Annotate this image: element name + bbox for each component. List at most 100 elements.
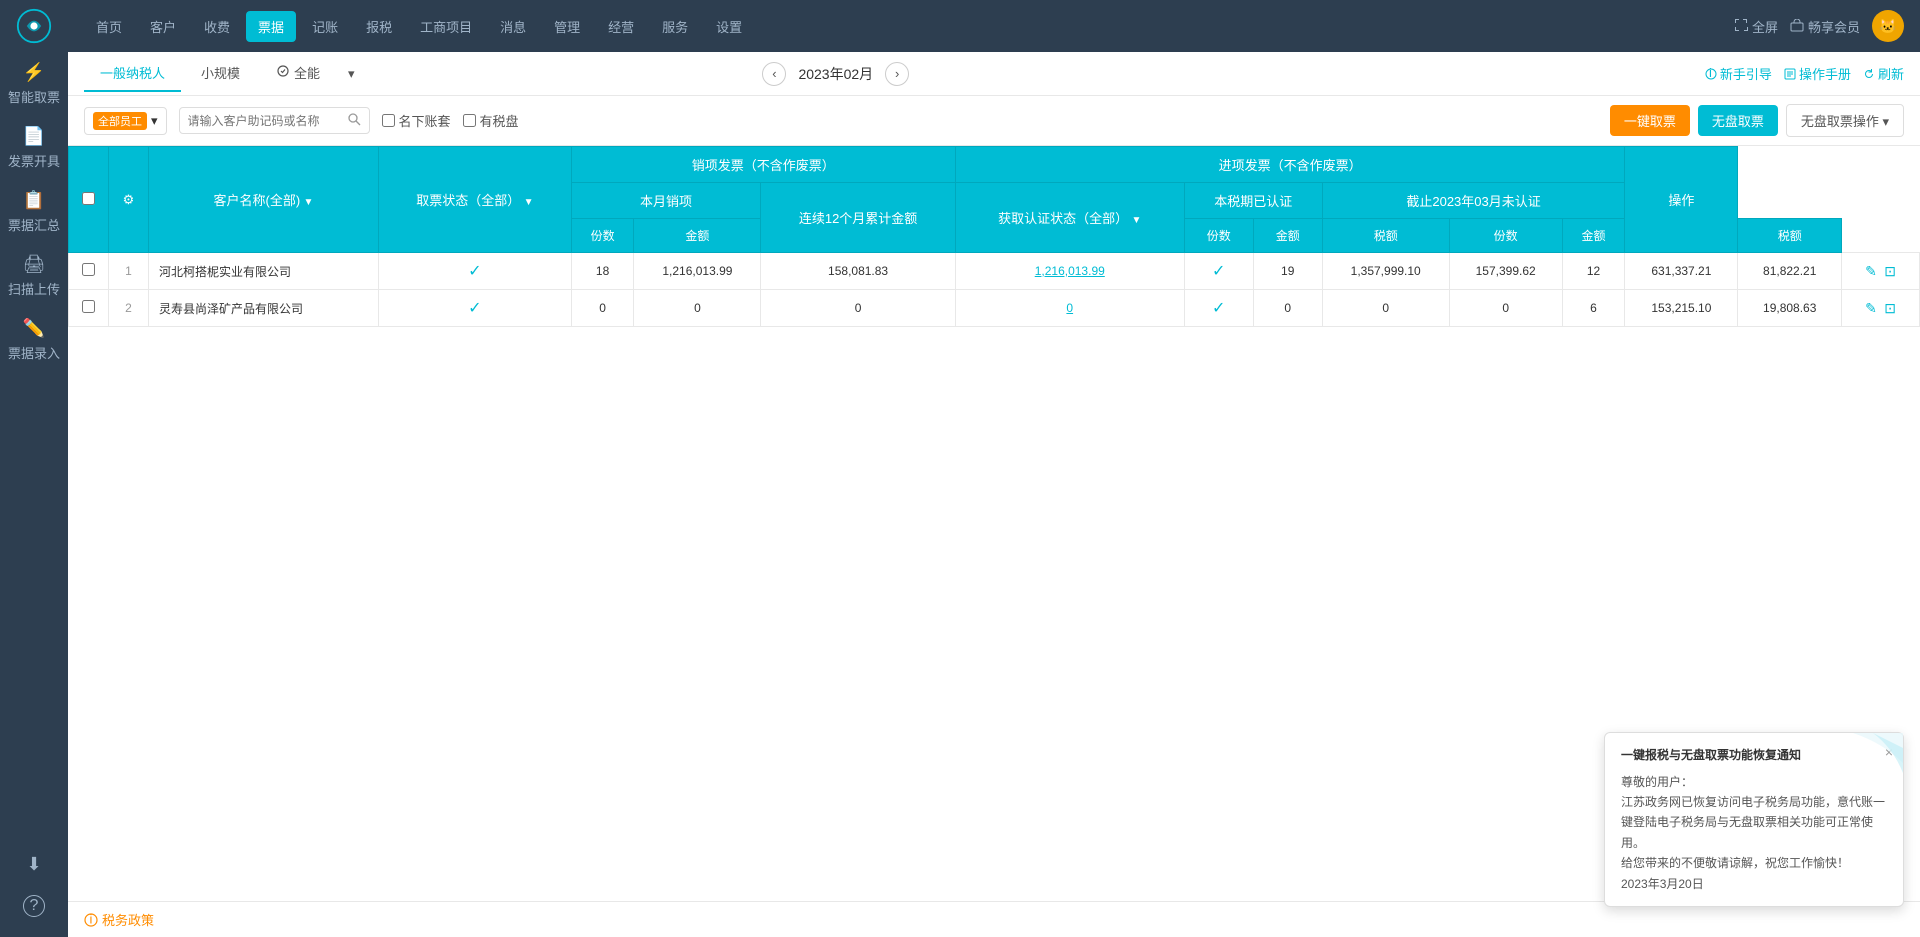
row-sales-cumulative[interactable]: 1,216,013.99 [955,253,1184,290]
no-disk-btn[interactable]: 无盘取票 [1698,105,1778,136]
nav-management[interactable]: 管理 [542,11,592,42]
th-purchase-tax-label: 税额 [1322,219,1449,253]
nav-settings[interactable]: 设置 [704,11,754,42]
nav-invoice[interactable]: 票据 [246,11,296,42]
row-sales-amount: 0 [634,290,761,327]
row-cert-status: ✓ [1184,253,1253,290]
th-checkbox [69,147,109,253]
th-settings: ⚙ [109,147,149,253]
row-sales-tax: 0 [761,290,955,327]
row-purchase-count: 19 [1253,253,1322,290]
tab-general-taxpayer[interactable]: 一般纳税人 [84,55,181,92]
row-delete-btn[interactable]: ⊡ [1884,263,1896,279]
settings-icon[interactable]: ⚙ [123,192,135,207]
user-avatar[interactable]: 🐱 [1872,10,1904,42]
customer-filter-icon[interactable]: ▼ [304,197,314,208]
sidebar-item-scan-upload[interactable]: 🖨 扫描上传 [0,244,68,308]
sidebar-item-smart-retrieve[interactable]: ⚡ 智能取票 [0,52,68,116]
no-disk-ops-btn[interactable]: 无盘取票操作 ▾ [1786,104,1904,137]
svg-text:i: i [1709,68,1712,80]
nav-collection[interactable]: 收费 [192,11,242,42]
fullscreen-btn[interactable]: 全屏 [1734,17,1778,36]
search-input[interactable] [188,114,343,128]
taxdisk-checkbox-label[interactable]: 有税盘 [463,111,519,130]
nav-business[interactable]: 工商项目 [408,11,484,42]
row-edit-btn[interactable]: ✎ [1865,263,1877,279]
row-status: ✓ [379,290,572,327]
th-notcert-amount-label: 金额 [1562,219,1625,253]
row-edit-btn[interactable]: ✎ [1865,300,1877,316]
row-num: 2 [109,290,149,327]
row-status: ✓ [379,253,572,290]
row-checkbox[interactable] [82,300,95,313]
employee-select[interactable]: 全部员工 ▾ [84,107,167,135]
th-purchase-notcert: 截止2023年03月未认证 [1322,183,1625,219]
row-purchase-amount: 0 [1322,290,1449,327]
tab-right-actions: i 新手引导 操作手册 刷新 [1705,64,1904,83]
refresh-btn[interactable]: 刷新 [1863,64,1904,83]
row-purchase-tax: 157,399.62 [1449,253,1562,290]
taxdisk-checkbox[interactable] [463,114,476,127]
manual-btn[interactable]: 操作手册 [1784,64,1851,83]
tab-small-scale[interactable]: 小规模 [185,55,256,92]
nav-operation[interactable]: 经营 [596,11,646,42]
nav-tax[interactable]: 报税 [354,11,404,42]
row-checkbox-cell [69,290,109,327]
row-notcert-amount: 631,337.21 [1625,253,1738,290]
select-all-checkbox[interactable] [82,192,95,205]
nav-customer[interactable]: 客户 [138,11,188,42]
one-click-btn[interactable]: 一键取票 [1610,105,1690,136]
row-checkbox-cell [69,253,109,290]
filter-right: 一键取票 无盘取票 无盘取票操作 ▾ [1610,104,1904,137]
th-cert-status: 获取认证状态（全部） ▼ [955,183,1184,253]
nav-home[interactable]: 首页 [84,11,134,42]
sidebar: ⚡ 智能取票 📄 发票开具 📋 票据汇总 🖨 扫描上传 ✏️ 票据录入 ⬇ ? [0,0,68,937]
sidebar-item-help[interactable]: ? [0,885,68,927]
sidebar-item-label: 智能取票 [8,87,60,106]
new-guide-btn[interactable]: i 新手引导 [1705,64,1772,83]
row-notcert-tax: 19,808.63 [1738,290,1842,327]
row-purchase-count: 0 [1253,290,1322,327]
nav-message[interactable]: 消息 [488,11,538,42]
current-date: 2023年02月 [798,64,873,84]
tax-policy-link[interactable]: i 税务政策 [84,910,154,929]
invoice-summary-icon: 📋 [23,190,45,211]
row-delete-btn[interactable]: ⊡ [1884,300,1896,316]
th-sales-group: 销项发票（不含作废票） [571,147,955,183]
account-checkbox[interactable] [382,114,395,127]
nav-bookkeeping[interactable]: 记账 [300,11,350,42]
row-sales-tax: 158,081.83 [761,253,955,290]
tab-all[interactable]: 全能 [260,55,336,92]
member-btn[interactable]: 畅享会员 [1790,17,1860,36]
tab-bar: 一般纳税人 小规模 全能 ▾ ‹ 2023年02月 › i 新手引导 [68,52,1920,96]
data-entry-icon: ✏️ [23,318,45,339]
smart-retrieve-icon: ⚡ [23,62,45,83]
row-notcert-amount: 153,215.10 [1625,290,1738,327]
scan-upload-icon: 🖨 [23,254,46,275]
search-icon[interactable] [347,112,361,129]
th-purchase-count: 份数 [1184,219,1253,253]
invoice-open-icon: 📄 [23,126,45,147]
next-month-btn[interactable]: › [885,62,909,86]
row-sales-cumulative[interactable]: 0 [955,290,1184,327]
sidebar-item-download[interactable]: ⬇ [0,844,68,885]
sidebar-item-invoice-open[interactable]: 📄 发票开具 [0,116,68,180]
topnav: 首页 客户 收费 票据 记账 报税 工商项目 消息 管理 经营 服务 设置 全屏… [68,0,1920,52]
nav-service[interactable]: 服务 [650,11,700,42]
sidebar-item-data-entry[interactable]: ✏️ 票据录入 [0,308,68,372]
tab-more-btn[interactable]: ▾ [340,62,363,86]
row-sales-count: 0 [571,290,634,327]
account-checkbox-label[interactable]: 名下账套 [382,111,451,130]
row-checkbox[interactable] [82,263,95,276]
th-sales-count: 份数 [571,219,634,253]
prev-month-btn[interactable]: ‹ [762,62,786,86]
row-actions: ✎ ⊡ [1842,290,1920,327]
row-customer: 河北柯搭柅实业有限公司 [149,253,379,290]
cert-status-filter-icon[interactable]: ▼ [1131,215,1141,226]
row-notcert-tax: 81,822.21 [1738,253,1842,290]
status-filter-icon[interactable]: ▼ [524,197,534,208]
sidebar-logo [0,0,68,52]
sidebar-item-invoice-summary[interactable]: 📋 票据汇总 [0,180,68,244]
help-icon: ? [23,895,45,917]
row-actions: ✎ ⊡ [1842,253,1920,290]
